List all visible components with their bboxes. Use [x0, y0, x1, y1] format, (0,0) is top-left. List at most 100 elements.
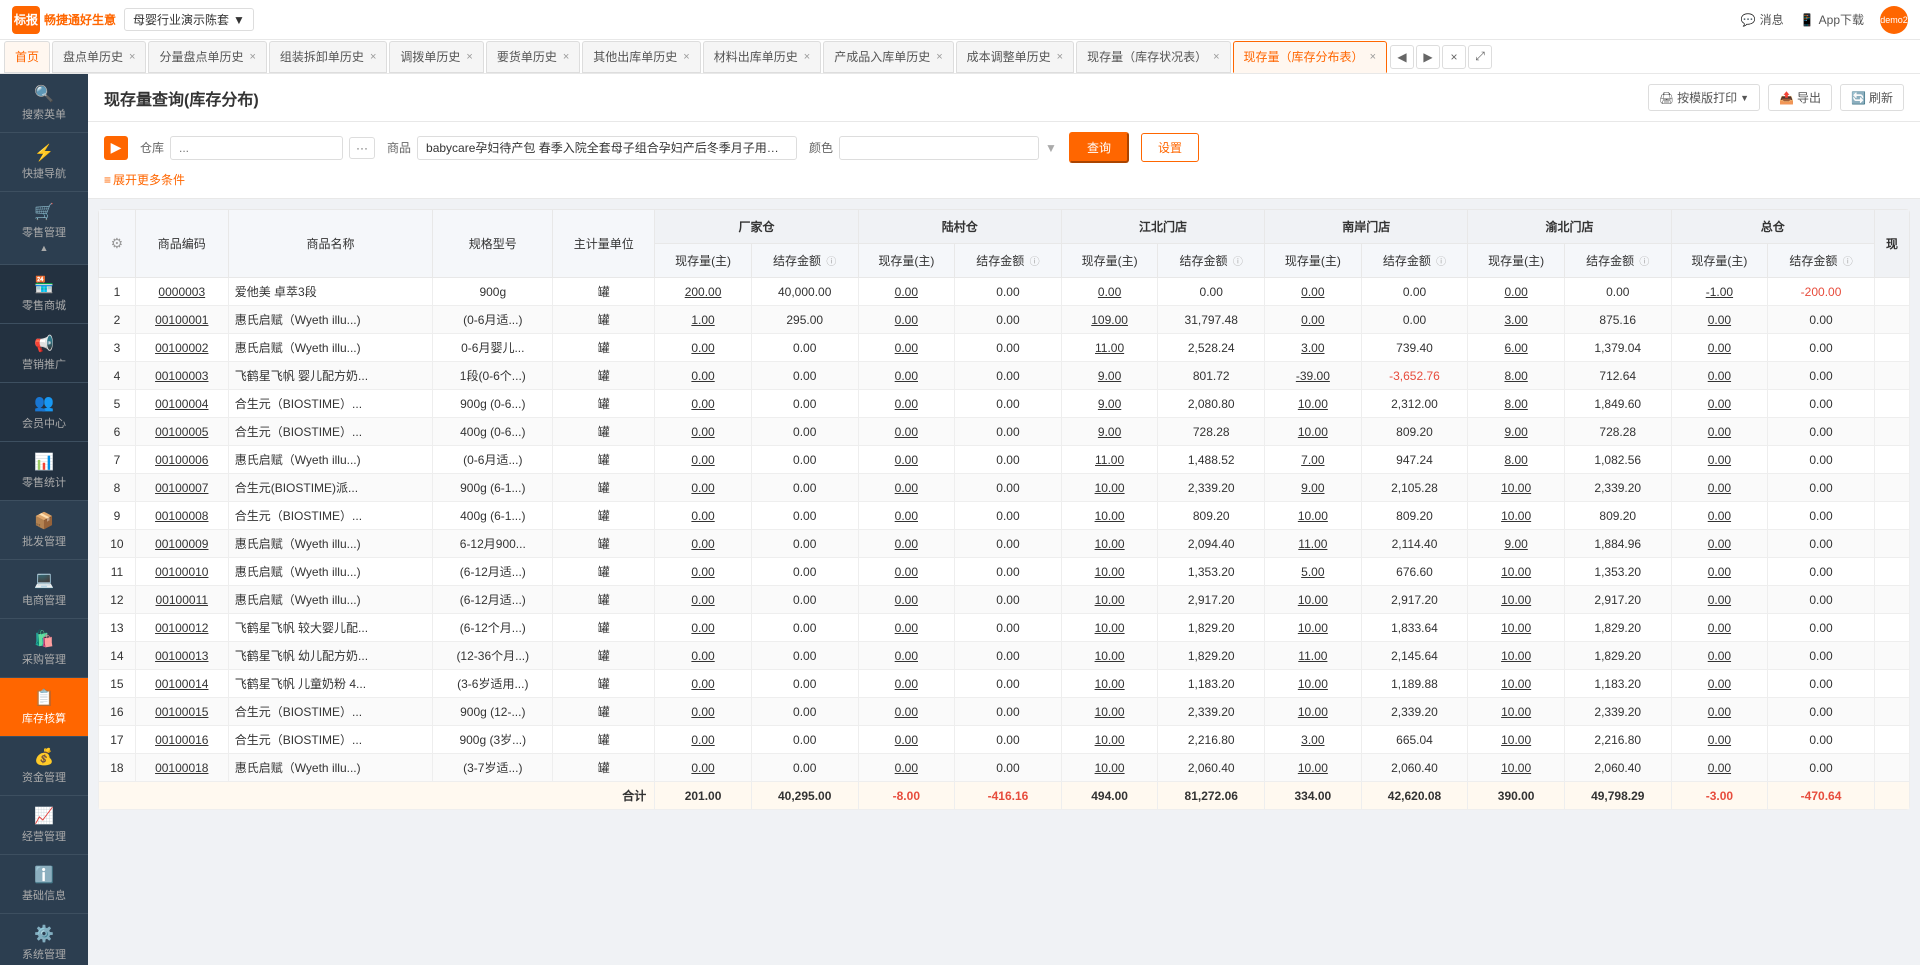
cell-nad-qty: 10.00: [1265, 670, 1362, 698]
tab-t6[interactable]: 其他出库单历史×: [582, 41, 700, 73]
tab-t1[interactable]: 盘点单历史 ×: [52, 41, 146, 73]
tab-t10[interactable]: 现存量（库存状况表）×: [1076, 41, 1230, 73]
sidebar-label-12: 经营管理: [6, 828, 82, 844]
cell-zc-qty: 0.00: [1671, 530, 1768, 558]
tab-close-t5[interactable]: ×: [563, 51, 569, 63]
sidebar-item-0[interactable]: 🔍搜索英单: [0, 74, 88, 133]
tab-t3[interactable]: 组装拆卸单历史×: [269, 41, 387, 73]
cell-zc-qty: 0.00: [1671, 754, 1768, 782]
sidebar-item-11[interactable]: 💰资金管理: [0, 737, 88, 796]
tab-t4[interactable]: 调拨单历史×: [389, 41, 483, 73]
tab-expand-btn[interactable]: ⤢: [1468, 45, 1492, 69]
th-ybd-amt: 结存金额 ⓘ: [1564, 244, 1671, 278]
table-row: 8 00100007 合生元(BIOSTIME)派... 900g (6-1..…: [99, 474, 1910, 502]
table-row: 3 00100002 惠氏启赋（Wyeth illu...) 0-6月婴儿...…: [99, 334, 1910, 362]
sidebar-item-2[interactable]: 🛒零售管理▲: [0, 192, 88, 265]
cell-zc-amt: 0.00: [1768, 362, 1875, 390]
tab-close-t7[interactable]: ×: [804, 51, 810, 63]
th-unit: 主计量单位: [553, 210, 655, 278]
cell-jbd-qty: 10.00: [1061, 614, 1158, 642]
cell-name: 合生元（BIOSTIME）...: [228, 726, 433, 754]
tab-t7[interactable]: 材料出库单历史×: [703, 41, 821, 73]
cell-no: 3: [99, 334, 136, 362]
cell-lcc-amt: 0.00: [955, 670, 1062, 698]
sidebar: 🔍搜索英单⚡快捷导航🛒零售管理▲🏪零售商城📢营销推广👥会员中心📊零售统计📦批发管…: [0, 74, 88, 965]
tab-close-t1[interactable]: ×: [129, 51, 135, 63]
setting-btn[interactable]: 设置: [1141, 133, 1199, 162]
expand-more-btn[interactable]: ≡ 展开更多条件: [104, 171, 185, 188]
user-profile[interactable]: demo2: [1880, 6, 1908, 34]
export-btn[interactable]: 📤 导出: [1768, 84, 1832, 111]
tab-t11[interactable]: 现存量（库存分布表）×: [1233, 41, 1387, 73]
sidebar-label-1: 快捷导航: [6, 165, 82, 181]
industry-selector[interactable]: 母婴行业演示陈套 ▼: [124, 8, 254, 31]
th-gear: ⚙: [99, 210, 136, 278]
sidebar-item-12[interactable]: 📈经营管理: [0, 796, 88, 855]
cell-spec: (0-6月适...): [433, 446, 553, 474]
tab-next-btn[interactable]: ▶: [1416, 45, 1440, 69]
summary-lcc-qty: -8.00: [858, 782, 955, 810]
tab-close-t2[interactable]: ×: [249, 51, 255, 63]
tab-close-t6[interactable]: ×: [683, 51, 689, 63]
color-input[interactable]: [839, 136, 1039, 160]
table-row: 4 00100003 飞鹤星飞帆 婴儿配方奶... 1段(0-6个...) 罐 …: [99, 362, 1910, 390]
tab-t5[interactable]: 要货单历史×: [486, 41, 580, 73]
sidebar-item-14[interactable]: ⚙️系统管理: [0, 914, 88, 965]
cell-cjc-amt: 0.00: [751, 418, 858, 446]
expand-arrow-btn[interactable]: ▶: [104, 136, 128, 160]
tab-close-t8[interactable]: ×: [936, 51, 942, 63]
summary-cjc-amt: 40,295.00: [751, 782, 858, 810]
sidebar-item-3[interactable]: 🏪零售商城: [0, 265, 88, 324]
cell-jbd-qty: 10.00: [1061, 726, 1158, 754]
cell-code: 00100004: [135, 390, 228, 418]
warehouse-ellipsis-btn[interactable]: ···: [349, 137, 375, 159]
th-zc: 总仓: [1671, 210, 1874, 244]
summary-xian: [1874, 782, 1909, 810]
cell-unit: 罐: [553, 670, 655, 698]
tab-label-t1: 盘点单历史: [63, 48, 123, 65]
tab-t2[interactable]: 分量盘点单历史×: [148, 41, 266, 73]
sidebar-item-5[interactable]: 👥会员中心: [0, 383, 88, 442]
sidebar-item-9[interactable]: 🛍️采购管理: [0, 619, 88, 678]
cell-xian: [1874, 726, 1909, 754]
tab-close-all-btn[interactable]: ×: [1442, 45, 1466, 69]
summary-cjc-qty: 201.00: [655, 782, 752, 810]
sidebar-item-4[interactable]: 📢营销推广: [0, 324, 88, 383]
sidebar-item-1[interactable]: ⚡快捷导航: [0, 133, 88, 192]
message-btn[interactable]: 💬 消息: [1741, 11, 1784, 28]
tab-close-t9[interactable]: ×: [1057, 51, 1063, 63]
tab-close-t10[interactable]: ×: [1213, 51, 1219, 63]
tab-close-t11[interactable]: ×: [1370, 51, 1376, 63]
tab-t8[interactable]: 产成品入库单历史×: [823, 41, 953, 73]
tab-close-t3[interactable]: ×: [370, 51, 376, 63]
app-download-btn[interactable]: 📱 App下载: [1800, 11, 1864, 28]
gear-icon[interactable]: ⚙: [111, 235, 124, 251]
cell-no: 1: [99, 278, 136, 306]
filter-row: ▶ 仓库 ··· 商品 颜色 ▼ 查询 设置: [104, 132, 1904, 163]
refresh-btn[interactable]: 🔄 刷新: [1840, 84, 1904, 111]
tab-t9[interactable]: 成本调整单历史×: [956, 41, 1074, 73]
sidebar-icon-14: ⚙️: [6, 924, 82, 944]
sidebar-item-6[interactable]: 📊零售统计: [0, 442, 88, 501]
sidebar-item-13[interactable]: ℹ️基础信息: [0, 855, 88, 914]
sidebar-item-10[interactable]: 📋库存核算: [0, 678, 88, 737]
print-btn[interactable]: 🖨 按模版打印 ▼: [1648, 84, 1760, 111]
sidebar-item-8[interactable]: 💻电商管理: [0, 560, 88, 619]
cell-code: 00100012: [135, 614, 228, 642]
cell-cjc-amt: 0.00: [751, 642, 858, 670]
tab-label-home: 首页: [15, 48, 39, 65]
cell-cjc-qty: 0.00: [655, 474, 752, 502]
logo-text: 畅捷通好生意: [44, 11, 116, 28]
goods-input[interactable]: [417, 136, 797, 160]
tab-close-t4[interactable]: ×: [466, 51, 472, 63]
sidebar-label-3: 零售商城: [6, 297, 82, 313]
cell-cjc-amt: 40,000.00: [751, 278, 858, 306]
cell-lcc-amt: 0.00: [955, 418, 1062, 446]
warehouse-input[interactable]: [170, 136, 343, 160]
query-btn[interactable]: 查询: [1069, 132, 1129, 163]
cell-nad-qty: 11.00: [1265, 642, 1362, 670]
tab-home[interactable]: 首页: [4, 41, 50, 73]
tab-prev-btn[interactable]: ◀: [1390, 45, 1414, 69]
sidebar-item-7[interactable]: 📦批发管理: [0, 501, 88, 560]
filter-area: ▶ 仓库 ··· 商品 颜色 ▼ 查询 设置: [88, 122, 1920, 199]
